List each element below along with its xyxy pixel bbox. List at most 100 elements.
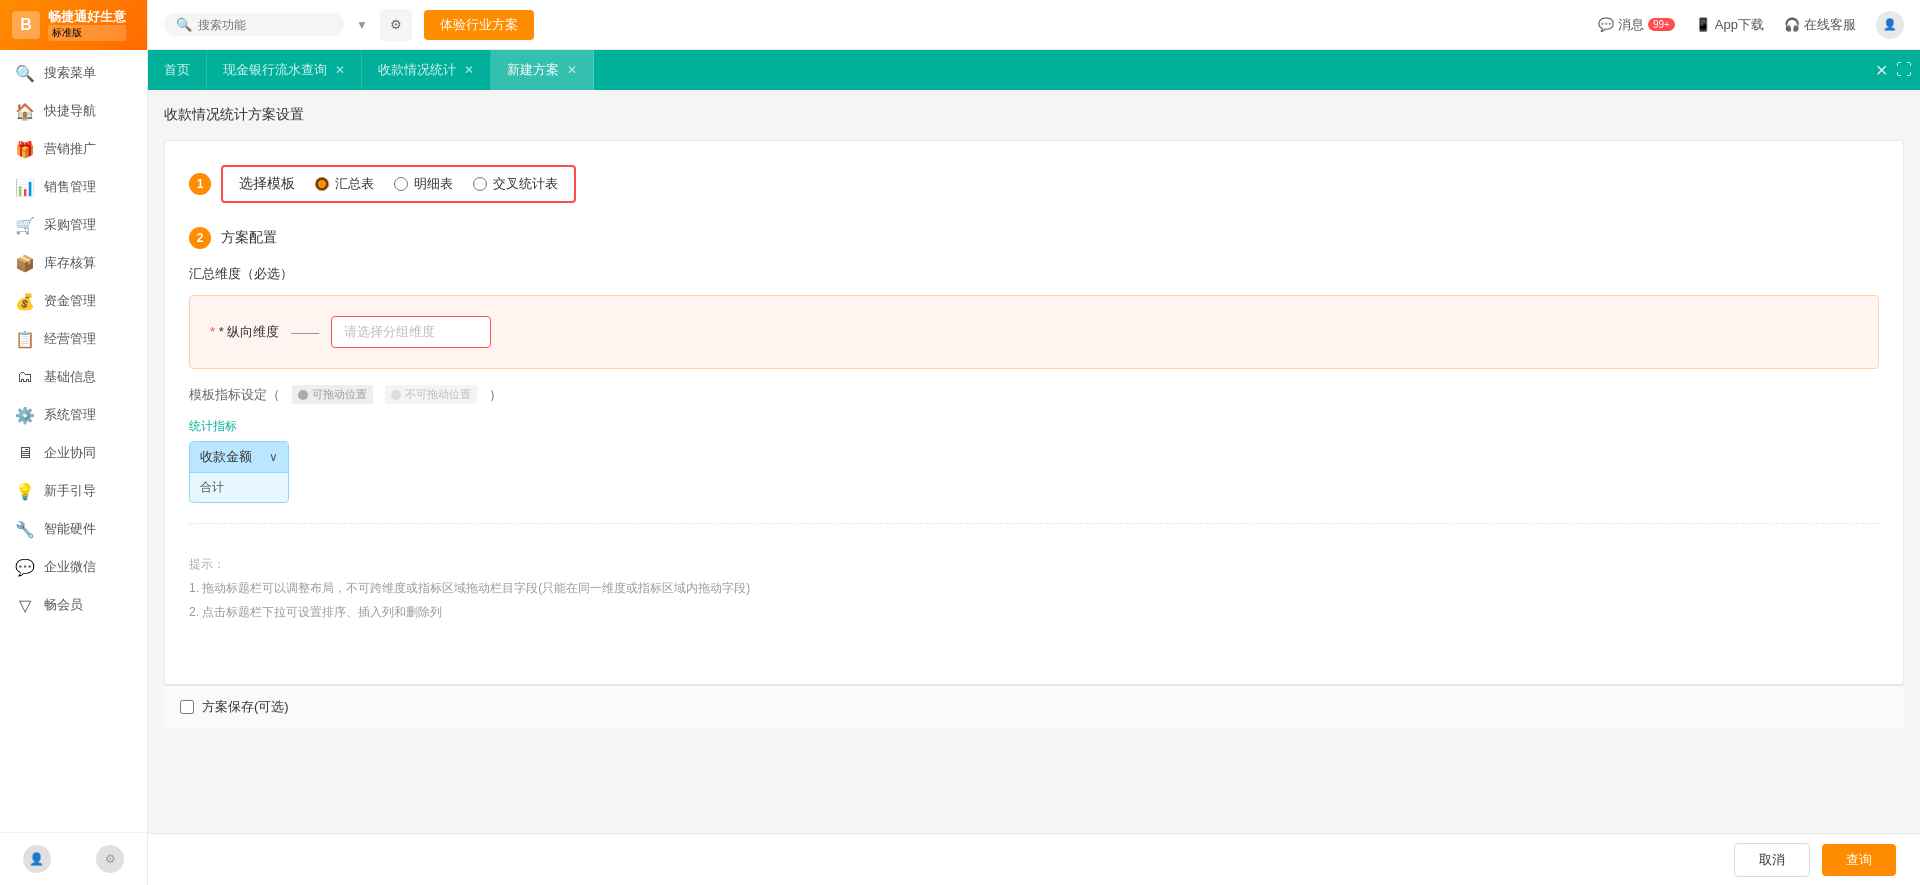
- tab-new-plan[interactable]: 新建方案 ✕: [491, 50, 594, 90]
- tabs-controls: ✕ ⛶: [1867, 50, 1920, 90]
- save-plan-checkbox[interactable]: [180, 700, 194, 714]
- sidebar-item-operations[interactable]: 📋 经营管理: [0, 320, 147, 358]
- radio-summary[interactable]: 汇总表: [315, 175, 374, 193]
- metrics-header: 模板指标设定（ 可拖动位置 不可拖动位置 ）: [189, 385, 1879, 404]
- dimension-select-dropdown[interactable]: 请选择分组维度: [331, 316, 491, 348]
- purchase-icon: 🛒: [16, 216, 34, 234]
- sidebar-bottom-user[interactable]: 👤: [23, 845, 51, 873]
- tab-collection-stats-close[interactable]: ✕: [464, 64, 474, 76]
- sidebar-item-vip[interactable]: ▽ 畅会员: [0, 586, 147, 624]
- sidebar-item-marketing[interactable]: 🎁 营销推广: [0, 130, 147, 168]
- sidebar-item-quick-nav[interactable]: 🏠 快捷导航: [0, 92, 147, 130]
- topbar-search-input[interactable]: [198, 18, 318, 32]
- not-draggable-indicator: 不可拖动位置: [385, 385, 477, 404]
- summary-dimension-section: 汇总维度（必选） * * 纵向维度 —— 请选择分组维度: [189, 265, 1879, 369]
- metrics-item-dropdown-icon[interactable]: ∨: [269, 450, 278, 464]
- enterprise-collab-icon: 🖥: [16, 444, 34, 462]
- metrics-grid-area: 统计指标 收款金额 ∨ 合计: [189, 416, 1879, 507]
- sidebar-item-system[interactable]: ⚙️ 系统管理: [0, 396, 147, 434]
- sidebar-bottom: 👤 ⚙: [0, 832, 147, 885]
- tips-title: 提示：: [189, 552, 1879, 576]
- user-display[interactable]: 👤: [1876, 11, 1904, 39]
- sidebar-logo: B 畅捷通好生意 标准版: [0, 0, 147, 50]
- radio-detail-input[interactable]: [394, 177, 408, 191]
- query-button[interactable]: 查询: [1822, 844, 1896, 876]
- inventory-icon: 📦: [16, 254, 34, 272]
- arrow-icon: ——: [291, 324, 319, 340]
- user-avatar: 👤: [1876, 11, 1904, 39]
- radio-detail[interactable]: 明细表: [394, 175, 453, 193]
- tab-collection-stats[interactable]: 收款情况统计 ✕: [362, 50, 491, 90]
- sidebar-bottom-settings[interactable]: ⚙: [96, 845, 124, 873]
- topbar-dropdown-text: ▼: [356, 18, 368, 32]
- message-button[interactable]: 💬 消息 99+: [1598, 16, 1675, 34]
- basic-info-icon: 🗂: [16, 368, 34, 386]
- service-icon: 🎧: [1784, 17, 1800, 32]
- step2-title: 方案配置: [221, 229, 277, 247]
- tip2: 2. 点击标题栏下拉可设置排序、插入列和删除列: [189, 600, 1879, 624]
- sidebar-item-enterprise-wechat[interactable]: 💬 企业微信: [0, 548, 147, 586]
- settings-card: 1 选择模板 汇总表 明细表 交叉统计表: [164, 140, 1904, 685]
- beginner-icon: 💡: [16, 482, 34, 500]
- sidebar-item-capital[interactable]: 💰 资金管理: [0, 282, 147, 320]
- topbar-search-icon: 🔍: [176, 17, 192, 32]
- enterprise-wechat-icon: 💬: [16, 558, 34, 576]
- tips-section: 提示： 1. 拖动标题栏可以调整布局，不可跨维度或指标区域拖动栏目字段(只能在同…: [189, 540, 1879, 636]
- tabs-bar: 首页 现金银行流水查询 ✕ 收款情况统计 ✕ 新建方案 ✕ ✕ ⛶: [148, 50, 1920, 90]
- step1-title: 选择模板: [239, 175, 295, 193]
- divider: [189, 523, 1879, 524]
- topbar-dropdown[interactable]: ▼: [356, 18, 368, 32]
- radio-summary-input[interactable]: [315, 177, 329, 191]
- topbar-gear-button[interactable]: ⚙: [380, 9, 412, 41]
- tab-bank-flow[interactable]: 现金银行流水查询 ✕: [207, 50, 362, 90]
- tab-bank-flow-close[interactable]: ✕: [335, 64, 345, 76]
- tab-home[interactable]: 首页: [148, 50, 207, 90]
- metrics-item-collection-amount[interactable]: 收款金额 ∨ 合计: [189, 441, 289, 503]
- sidebar: B 畅捷通好生意 标准版 🔍 搜索菜单 🏠 快捷导航 🎁 营销推广 📊 销售管理…: [0, 0, 148, 885]
- radio-crosstab[interactable]: 交叉统计表: [473, 175, 558, 193]
- sidebar-item-smart-hardware[interactable]: 🔧 智能硬件: [0, 510, 147, 548]
- sidebar-item-enterprise-collab[interactable]: 🖥 企业协同: [0, 434, 147, 472]
- page-title: 收款情况统计方案设置: [164, 106, 1904, 124]
- cancel-button[interactable]: 取消: [1734, 843, 1810, 877]
- summary-dimension-label: 汇总维度（必选）: [189, 265, 1879, 283]
- required-mark: *: [210, 324, 219, 339]
- sidebar-item-basic-info[interactable]: 🗂 基础信息: [0, 358, 147, 396]
- sidebar-item-search-menu[interactable]: 🔍 搜索菜单: [0, 54, 147, 92]
- metrics-item-sum: 合计: [200, 479, 278, 496]
- step2-section: 2 方案配置 汇总维度（必选） * * 纵向维度 —— 请选择分组维度: [189, 227, 1879, 636]
- metrics-item-header: 收款金额 ∨: [190, 442, 288, 473]
- user-avatar-icon: 👤: [23, 845, 51, 873]
- message-icon: 💬: [1598, 17, 1614, 32]
- message-badge: 99+: [1648, 18, 1675, 31]
- vertical-dimension-label: * * 纵向维度: [210, 323, 279, 341]
- search-menu-icon: 🔍: [16, 64, 34, 82]
- step2-badge: 2: [189, 227, 211, 249]
- marketing-icon: 🎁: [16, 140, 34, 158]
- sidebar-item-beginner[interactable]: 💡 新手引导: [0, 472, 147, 510]
- industry-plan-button[interactable]: 体验行业方案: [424, 10, 534, 40]
- action-bar: 取消 查询: [148, 833, 1920, 885]
- step1-section: 1 选择模板 汇总表 明细表 交叉统计表: [189, 165, 1879, 203]
- capital-icon: 💰: [16, 292, 34, 310]
- online-service-button[interactable]: 🎧 在线客服: [1784, 16, 1856, 34]
- metrics-section: 模板指标设定（ 可拖动位置 不可拖动位置 ） 统计指标: [189, 385, 1879, 507]
- tabs-maximize-icon[interactable]: ⛶: [1896, 61, 1912, 79]
- system-icon: ⚙️: [16, 406, 34, 424]
- template-selector-border: 选择模板 汇总表 明细表 交叉统计表: [221, 165, 576, 203]
- step2-header: 2 方案配置: [189, 227, 1879, 249]
- sidebar-item-sales[interactable]: 📊 销售管理: [0, 168, 147, 206]
- app-download-button[interactable]: 📱 App下载: [1695, 16, 1764, 34]
- sidebar-item-purchase[interactable]: 🛒 采购管理: [0, 206, 147, 244]
- tabs-close-icon[interactable]: ✕: [1875, 61, 1888, 80]
- topbar-right: 💬 消息 99+ 📱 App下载 🎧 在线客服 👤: [1598, 11, 1904, 39]
- metrics-item-body: 合计: [190, 473, 288, 502]
- sales-icon: 📊: [16, 178, 34, 196]
- tab-new-plan-close[interactable]: ✕: [567, 64, 577, 76]
- vip-icon: ▽: [16, 596, 34, 614]
- topbar: 🔍 ▼ ⚙ 体验行业方案 💬 消息 99+ 📱 App下载 🎧 在线客服 👤: [148, 0, 1920, 50]
- main-content: 收款情况统计方案设置 1 选择模板 汇总表 明细表: [148, 90, 1920, 885]
- radio-crosstab-input[interactable]: [473, 177, 487, 191]
- sidebar-menu: 🔍 搜索菜单 🏠 快捷导航 🎁 营销推广 📊 销售管理 🛒 采购管理 📦 库存核…: [0, 50, 147, 832]
- sidebar-item-inventory[interactable]: 📦 库存核算: [0, 244, 147, 282]
